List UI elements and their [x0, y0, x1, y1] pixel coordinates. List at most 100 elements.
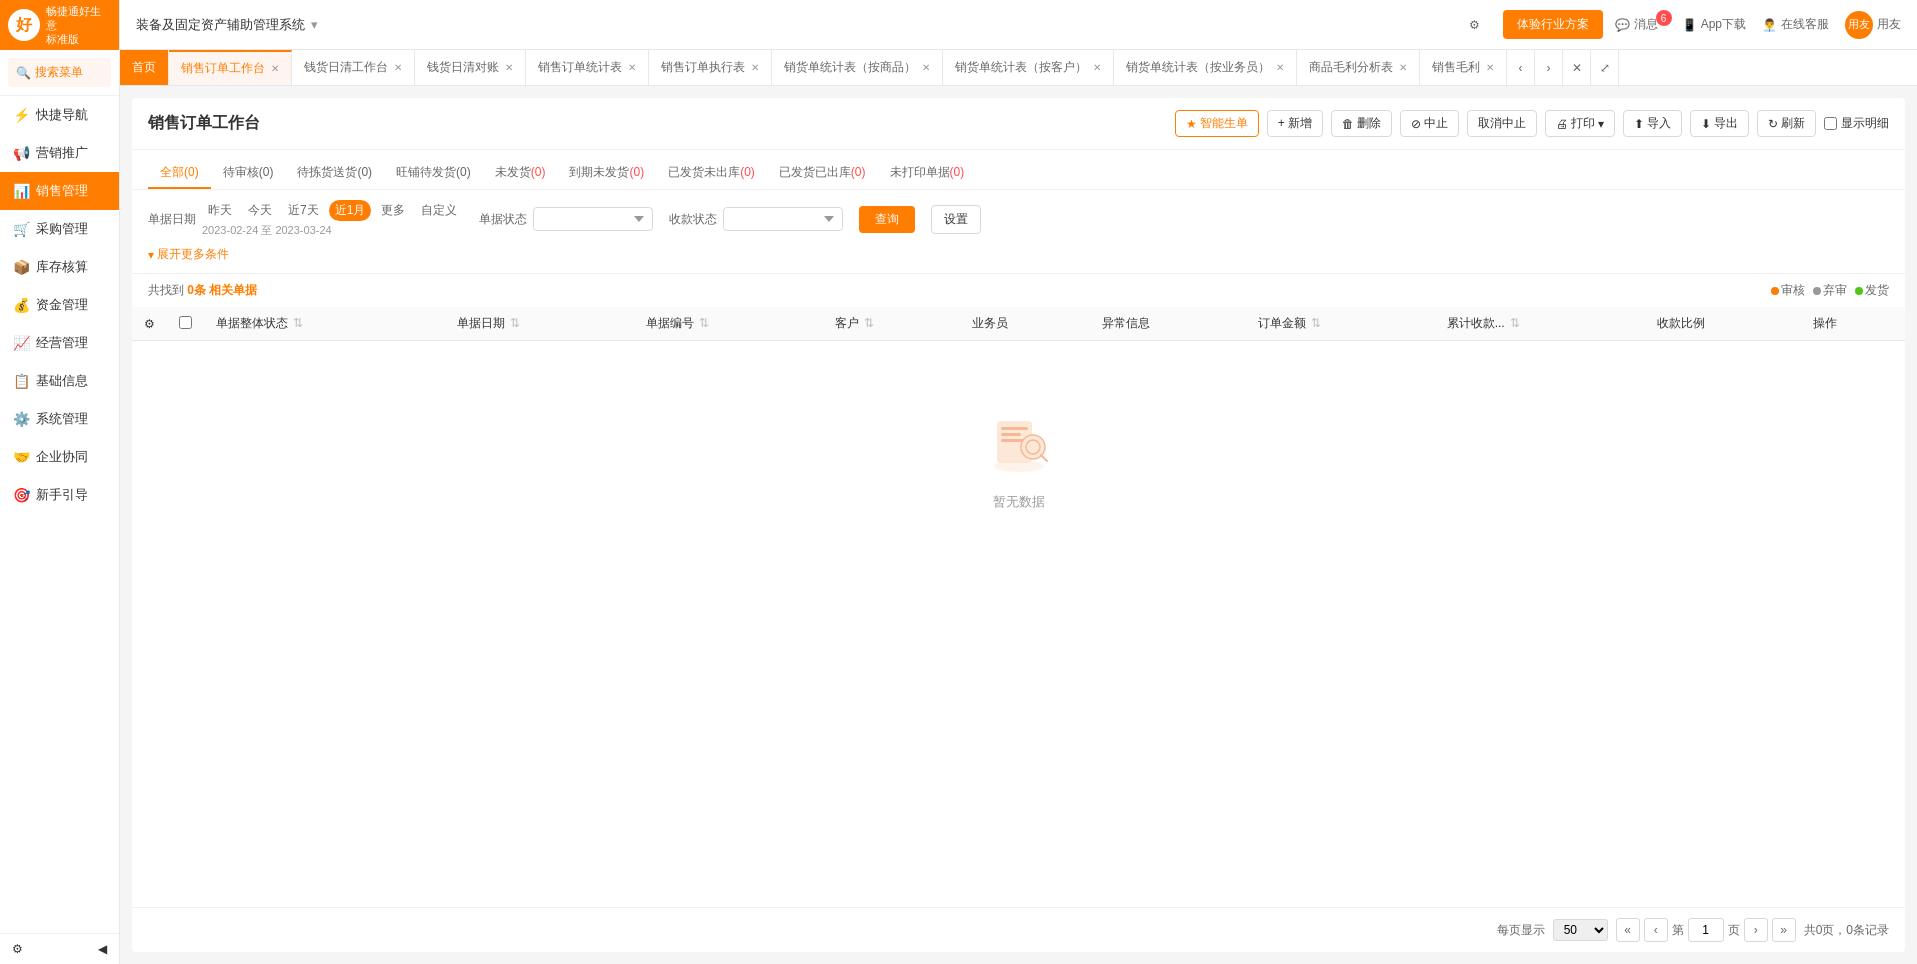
sort-status-icon[interactable]: ⇅	[293, 316, 303, 330]
date-shortcut-more[interactable]: 更多	[375, 200, 411, 221]
export-button[interactable]: ⬇ 导出	[1690, 110, 1749, 137]
prev-page-button[interactable]: ‹	[1644, 918, 1668, 942]
quick-ship-button[interactable]: 发货	[1855, 282, 1889, 299]
sub-tab-shipped-out[interactable]: 已发货已出库(0)	[767, 158, 878, 189]
sidebar-item-purchase[interactable]: 🛒 采购管理	[0, 210, 119, 248]
tab-close-product-profit[interactable]: ✕	[1399, 62, 1407, 73]
date-shortcut-yesterday[interactable]: 昨天	[202, 200, 238, 221]
sort-number-icon[interactable]: ⇅	[699, 316, 709, 330]
tab-sales-workbench[interactable]: 销售订单工作台 ✕	[169, 50, 292, 86]
sidebar-item-system[interactable]: ⚙️ 系统管理	[0, 400, 119, 438]
smart-generate-button[interactable]: ★ 智能生单	[1175, 110, 1259, 137]
online-service-button[interactable]: 👨‍💼 在线客服	[1762, 16, 1829, 33]
settings-bottom-icon: ⚙	[12, 942, 23, 956]
app-download-button[interactable]: 📱 App下载	[1682, 16, 1746, 33]
system-dropdown-icon[interactable]: ▾	[311, 17, 318, 32]
next-page-button[interactable]: ›	[1744, 918, 1768, 942]
tab-sales-exec[interactable]: 销售订单执行表 ✕	[649, 50, 772, 86]
date-shortcut-custom[interactable]: 自定义	[415, 200, 463, 221]
page-size-select[interactable]: 50 10 20 100	[1553, 919, 1608, 941]
tab-close-sales-exec[interactable]: ✕	[751, 62, 759, 73]
set-button[interactable]: 设置	[931, 205, 981, 234]
add-button[interactable]: + 新增	[1267, 110, 1323, 137]
date-shortcut-1month[interactable]: 近1月	[329, 200, 372, 221]
cancel-stop-button[interactable]: 取消中止	[1467, 110, 1537, 137]
page-number-input[interactable]	[1688, 918, 1724, 942]
date-shortcut-today[interactable]: 今天	[242, 200, 278, 221]
first-page-button[interactable]: «	[1616, 918, 1640, 942]
sidebar-settings-btn[interactable]: ⚙	[12, 942, 23, 956]
date-shortcut-7days[interactable]: 近7天	[282, 200, 325, 221]
sort-amount-icon[interactable]: ⇅	[1311, 316, 1321, 330]
sidebar-item-sales[interactable]: 📊 销售管理	[0, 172, 119, 210]
sidebar-item-guide[interactable]: 🎯 新手引导	[0, 476, 119, 514]
quick-cancel-review-button[interactable]: 弃审	[1813, 282, 1847, 299]
tab-close-sales-monthly-customer[interactable]: ✕	[1093, 62, 1101, 73]
topbar-settings-icon[interactable]: ⚙	[1459, 9, 1491, 41]
tab-cash-reconcile[interactable]: 钱货日清对账 ✕	[415, 50, 526, 86]
user-avatar-area[interactable]: 用友 用友	[1845, 11, 1901, 39]
col-checkbox[interactable]	[167, 307, 204, 341]
tab-close-sales-monthly-staff[interactable]: ✕	[1276, 62, 1284, 73]
sort-date-icon[interactable]: ⇅	[510, 316, 520, 330]
show-detail-checkbox[interactable]: 显示明细	[1824, 115, 1889, 132]
sub-tab-not-shipped[interactable]: 未发货(0)	[483, 158, 558, 189]
sidebar-item-inventory[interactable]: 📦 库存核算	[0, 248, 119, 286]
tab-sales-monthly-customer[interactable]: 销货单统计表（按客户） ✕	[943, 50, 1114, 86]
sidebar-item-finance[interactable]: 💰 资金管理	[0, 286, 119, 324]
message-button[interactable]: 💬 消息 6	[1615, 16, 1666, 33]
sub-tab-shipped-not-out[interactable]: 已发货未出库(0)	[656, 158, 767, 189]
tab-sales-profit[interactable]: 销售毛利 ✕	[1420, 50, 1507, 86]
sub-tab-all[interactable]: 全部(0)	[148, 158, 211, 189]
sidebar-item-marketing[interactable]: 📢 营销推广	[0, 134, 119, 172]
col-received: 累计收款... ⇅	[1435, 307, 1646, 341]
tab-sales-monthly-staff[interactable]: 销货单统计表（按业务员） ✕	[1114, 50, 1297, 86]
status-select[interactable]	[533, 207, 653, 231]
sidebar-item-quick-nav[interactable]: ⚡ 快捷导航	[0, 96, 119, 134]
tab-close-sales-monthly-product[interactable]: ✕	[922, 62, 930, 73]
payment-select[interactable]	[723, 207, 843, 231]
tab-close-cash-reconcile[interactable]: ✕	[505, 62, 513, 73]
col-status: 单据整体状态 ⇅	[204, 307, 445, 341]
refresh-button[interactable]: ↻ 刷新	[1757, 110, 1816, 137]
tab-prev-button[interactable]: ‹	[1507, 50, 1535, 86]
query-button[interactable]: 查询	[859, 206, 915, 233]
stop-button[interactable]: ⊘ 中止	[1400, 110, 1459, 137]
show-detail-input[interactable]	[1824, 117, 1837, 130]
tab-close-sales-stat[interactable]: ✕	[628, 62, 636, 73]
tab-close-cash-clear[interactable]: ✕	[394, 62, 402, 73]
sub-tab-pending-inspect[interactable]: 待拣货送货(0)	[285, 158, 384, 189]
tab-close-sales-workbench[interactable]: ✕	[271, 63, 279, 74]
delete-button[interactable]: 🗑 删除	[1331, 110, 1392, 137]
tab-expand-button[interactable]: ⤢	[1591, 50, 1619, 86]
sub-tab-pending-review[interactable]: 待审核(0)	[211, 158, 286, 189]
expand-filter-button[interactable]: ▾ 展开更多条件	[148, 246, 1889, 263]
sub-tab-expired-not-shipped[interactable]: 到期未发货(0)	[557, 158, 656, 189]
print-button[interactable]: 🖨 打印 ▾	[1545, 110, 1615, 137]
sort-received-icon[interactable]: ⇅	[1510, 316, 1520, 330]
guide-icon: 🎯	[12, 486, 30, 504]
sidebar-item-basic[interactable]: 📋 基础信息	[0, 362, 119, 400]
select-all-checkbox[interactable]	[179, 316, 192, 329]
tab-close-sales-profit[interactable]: ✕	[1486, 62, 1494, 73]
tab-sales-monthly-product[interactable]: 销货单统计表（按商品） ✕	[772, 50, 943, 86]
sub-tab-not-printed[interactable]: 未打印单据(0)	[878, 158, 977, 189]
table-count-text: 共找到 0条 相关单据	[148, 282, 257, 299]
tab-product-profit[interactable]: 商品毛利分析表 ✕	[1297, 50, 1420, 86]
quick-review-button[interactable]: 审核	[1771, 282, 1805, 299]
import-button[interactable]: ⬆ 导入	[1623, 110, 1682, 137]
last-page-button[interactable]: »	[1772, 918, 1796, 942]
sidebar-item-operation[interactable]: 📈 经营管理	[0, 324, 119, 362]
sub-tab-wangpu-pending-ship[interactable]: 旺铺待发货(0)	[384, 158, 483, 189]
solution-button[interactable]: 体验行业方案	[1503, 10, 1603, 39]
sidebar-item-enterprise[interactable]: 🤝 企业协同	[0, 438, 119, 476]
col-settings[interactable]: ⚙	[132, 307, 167, 341]
sort-customer-icon[interactable]: ⇅	[864, 316, 874, 330]
tab-home[interactable]: 首页	[120, 50, 169, 86]
tab-sales-stat[interactable]: 销售订单统计表 ✕	[526, 50, 649, 86]
tab-close-all-button[interactable]: ✕	[1563, 50, 1591, 86]
tab-next-button[interactable]: ›	[1535, 50, 1563, 86]
tab-cash-clear[interactable]: 钱货日清工作台 ✕	[292, 50, 415, 86]
sidebar-collapse-btn[interactable]: ◀	[98, 942, 107, 956]
search-menu-button[interactable]: 🔍 搜索菜单	[8, 58, 111, 87]
